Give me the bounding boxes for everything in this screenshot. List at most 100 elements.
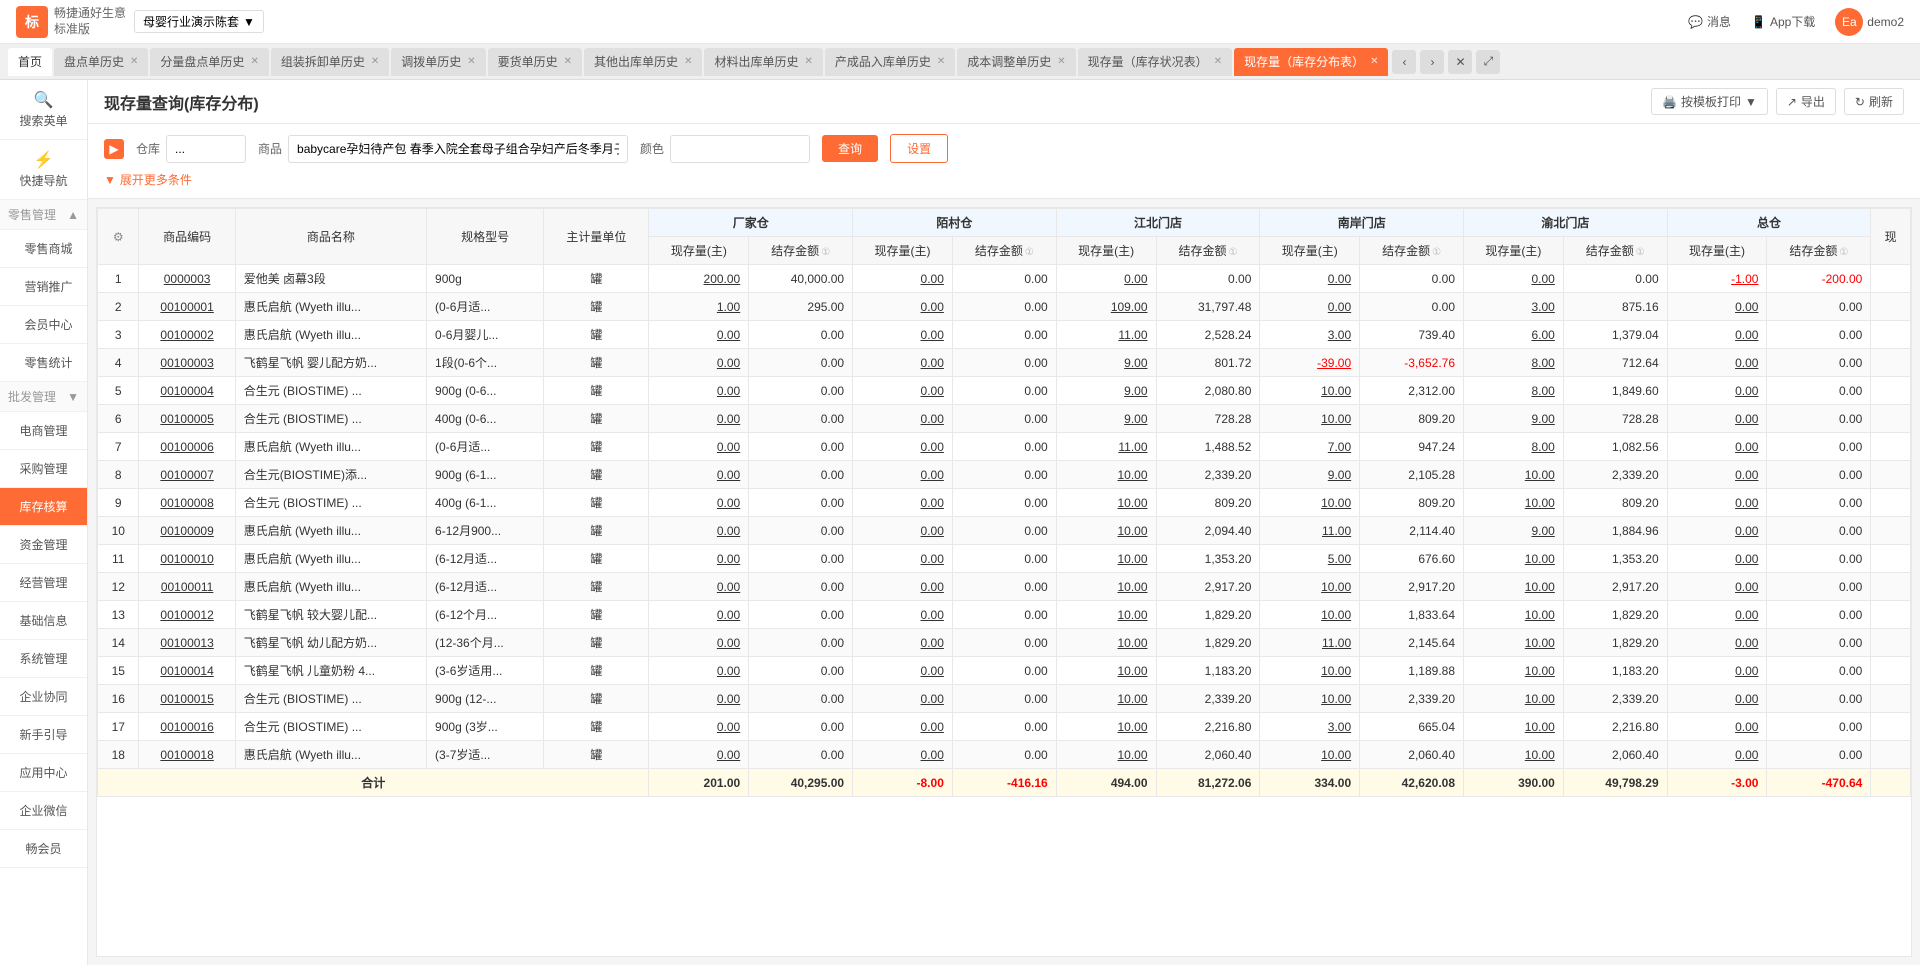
cell-g1-qty[interactable]: 0.00 [649,629,749,657]
close-icon[interactable]: ✕ [130,56,138,67]
cell-code[interactable]: 00100007 [139,461,235,489]
cell-g2-qty[interactable]: 0.00 [853,629,953,657]
cell-g2-qty[interactable]: 0.00 [853,713,953,741]
cell-g5-qty[interactable]: 10.00 [1464,629,1564,657]
cell-code[interactable]: 00100006 [139,433,235,461]
cell-g3-qty[interactable]: 10.00 [1056,657,1156,685]
cell-g1-qty[interactable]: 200.00 [649,265,749,293]
cell-g1-qty[interactable]: 0.00 [649,545,749,573]
cell-code[interactable]: 0000003 [139,265,235,293]
refresh-btn[interactable]: ↻ 刷新 [1844,88,1904,115]
expand-toggle[interactable]: ▼ 展开更多条件 [104,171,1904,188]
cell-g1-qty[interactable]: 1.00 [649,293,749,321]
tab-prev-btn[interactable]: ‹ [1392,50,1416,74]
expand-btn[interactable]: ▶ [104,139,124,159]
sidebar-item-member2[interactable]: 畅会员 [0,830,87,868]
tab-1[interactable]: 盘点单历史 ✕ [54,48,148,76]
cell-g3-qty[interactable]: 10.00 [1056,601,1156,629]
sidebar-item-marketing[interactable]: 营销推广 [0,268,87,306]
cell-g3-qty[interactable]: 9.00 [1056,377,1156,405]
cell-g3-qty[interactable]: 10.00 [1056,629,1156,657]
cell-g3-qty[interactable]: 9.00 [1056,405,1156,433]
cell-g2-qty[interactable]: 0.00 [853,461,953,489]
tab-home[interactable]: 首页 [8,48,52,76]
cell-g5-qty[interactable]: 10.00 [1464,601,1564,629]
cell-g2-qty[interactable]: 0.00 [853,349,953,377]
cell-g5-qty[interactable]: 10.00 [1464,685,1564,713]
cell-total-qty[interactable]: 0.00 [1667,293,1767,321]
cell-total-qty[interactable]: 0.00 [1667,517,1767,545]
cell-g5-qty[interactable]: 10.00 [1464,545,1564,573]
close-icon[interactable]: ✕ [564,56,572,67]
sidebar-item-retailstat[interactable]: 零售统计 [0,344,87,382]
cell-g2-qty[interactable]: 0.00 [853,405,953,433]
sidebar-item-bizmanage[interactable]: 经营管理 [0,564,87,602]
sidebar-item-ecommerce[interactable]: 电商管理 [0,412,87,450]
tab-10[interactable]: 现存量（库存状况表） ✕ [1078,48,1232,76]
sidebar-item-basicinfo[interactable]: 基础信息 [0,602,87,640]
cell-code[interactable]: 00100008 [139,489,235,517]
cell-g1-qty[interactable]: 0.00 [649,461,749,489]
gear-icon[interactable]: ⚙ [113,230,124,244]
cell-g2-qty[interactable]: 0.00 [853,265,953,293]
close-icon[interactable]: ✕ [371,56,379,67]
message-btn[interactable]: 💬 消息 [1688,13,1731,30]
cell-code[interactable]: 00100005 [139,405,235,433]
sidebar-item-search[interactable]: 🔍 搜索英单 [0,80,87,140]
cell-g2-qty[interactable]: 0.00 [853,741,953,769]
cell-g3-qty[interactable]: 10.00 [1056,685,1156,713]
close-icon[interactable]: ✕ [1214,56,1222,67]
cell-code[interactable]: 00100011 [139,573,235,601]
cell-g5-qty[interactable]: 10.00 [1464,573,1564,601]
sidebar-item-wechat[interactable]: 企业微信 [0,792,87,830]
cell-g3-qty[interactable]: 11.00 [1056,321,1156,349]
cell-g5-qty[interactable]: 0.00 [1464,265,1564,293]
cell-g3-qty[interactable]: 10.00 [1056,713,1156,741]
export-btn[interactable]: ↗ 导出 [1776,88,1836,115]
tab-6[interactable]: 其他出库单历史 ✕ [584,48,702,76]
cell-g5-qty[interactable]: 10.00 [1464,713,1564,741]
cell-g2-qty[interactable]: 0.00 [853,489,953,517]
cell-total-qty[interactable]: 0.00 [1667,377,1767,405]
cell-total-qty[interactable]: 0.00 [1667,433,1767,461]
cell-g4-qty[interactable]: 3.00 [1260,321,1360,349]
cell-g2-qty[interactable]: 0.00 [853,657,953,685]
cell-g4-qty[interactable]: 0.00 [1260,265,1360,293]
cell-g1-qty[interactable]: 0.00 [649,321,749,349]
sidebar-item-appcenter[interactable]: 应用中心 [0,754,87,792]
close-icon[interactable]: ✕ [1057,56,1065,67]
cell-total-qty[interactable]: 0.00 [1667,685,1767,713]
tab-11-active[interactable]: 现存量（库存分布表） ✕ [1234,48,1388,76]
query-button[interactable]: 查询 [822,135,878,162]
tab-8[interactable]: 产成品入库单历史 ✕ [825,48,955,76]
cell-code[interactable]: 00100013 [139,629,235,657]
cell-g4-qty[interactable]: 11.00 [1260,629,1360,657]
cell-total-qty[interactable]: 0.00 [1667,461,1767,489]
sidebar-item-inventory[interactable]: 库存核算 [0,488,87,526]
cell-g3-qty[interactable]: 10.00 [1056,741,1156,769]
cell-g1-qty[interactable]: 0.00 [649,377,749,405]
cell-g2-qty[interactable]: 0.00 [853,685,953,713]
close-icon[interactable]: ✕ [937,56,945,67]
cell-total-qty[interactable]: 0.00 [1667,657,1767,685]
cell-g1-qty[interactable]: 0.00 [649,349,749,377]
info-icon[interactable]: ① [1025,247,1034,258]
close-icon[interactable]: ✕ [467,56,475,67]
cell-g2-qty[interactable]: 0.00 [853,545,953,573]
sidebar-item-member[interactable]: 会员中心 [0,306,87,344]
info-icon[interactable]: ① [1636,247,1645,258]
cell-code[interactable]: 00100012 [139,601,235,629]
sidebar-item-sysmanage[interactable]: 系统管理 [0,640,87,678]
cell-code[interactable]: 00100003 [139,349,235,377]
warehouse-input[interactable] [166,135,246,163]
cell-g3-qty[interactable]: 10.00 [1056,573,1156,601]
cell-code[interactable]: 00100001 [139,293,235,321]
close-icon[interactable]: ✕ [1370,56,1378,67]
app-download-btn[interactable]: 📱 App下载 [1751,13,1815,30]
tab-maximize-btn[interactable]: ⤢ [1476,50,1500,74]
close-icon[interactable]: ✕ [250,56,258,67]
company-dropdown[interactable]: 母婴行业演示陈套 ▼ [134,10,264,33]
cell-g5-qty[interactable]: 6.00 [1464,321,1564,349]
cell-g1-qty[interactable]: 0.00 [649,517,749,545]
cell-g4-qty[interactable]: 9.00 [1260,461,1360,489]
